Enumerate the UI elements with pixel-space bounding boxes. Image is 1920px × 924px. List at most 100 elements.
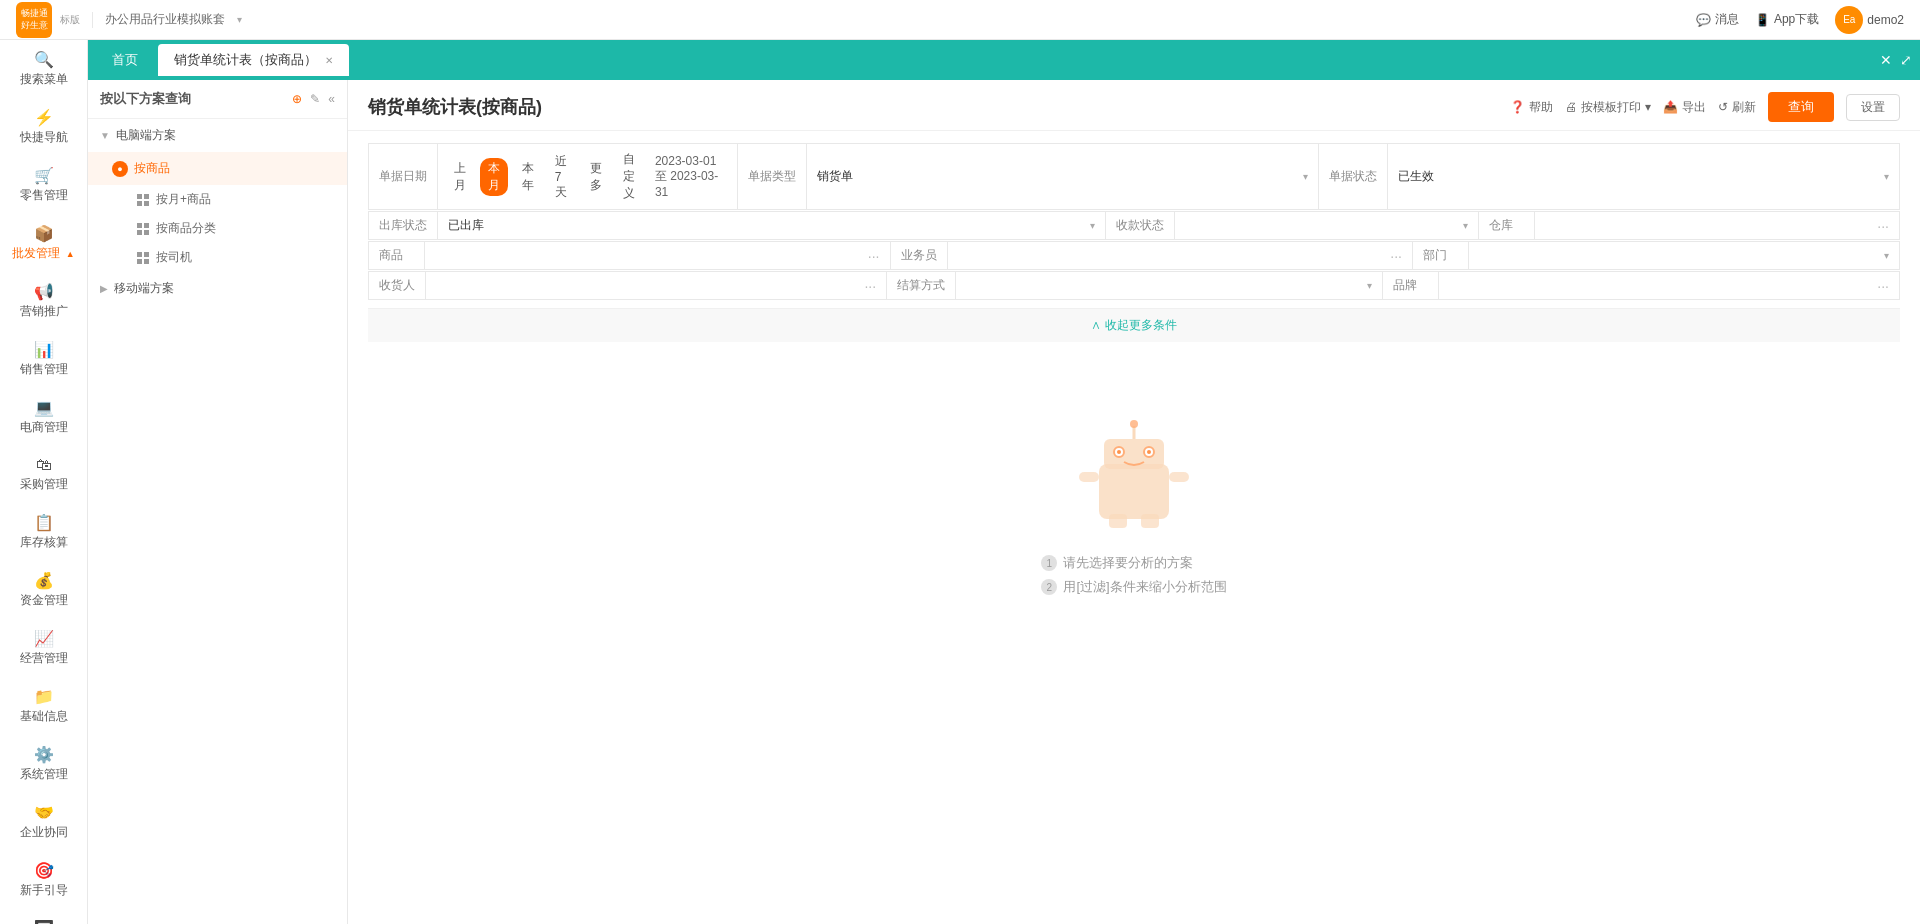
edit-scheme-icon[interactable]: ✎ bbox=[310, 92, 320, 106]
sidebar-item-enterprise[interactable]: 🤝 企业协同 bbox=[0, 793, 87, 851]
tab-sales-stats[interactable]: 销货单统计表（按商品） ✕ bbox=[158, 44, 349, 76]
svg-rect-20 bbox=[1109, 514, 1127, 528]
filter-area: 单据日期 上月 本月 本年 近7天 更多 自定义 bbox=[348, 131, 1920, 354]
payment-select[interactable]: ▾ bbox=[966, 279, 1372, 293]
tab-home[interactable]: 首页 bbox=[96, 44, 154, 76]
marketing-icon: 📢 bbox=[4, 282, 83, 301]
sidebar-item-base[interactable]: 📁 基础信息 bbox=[0, 677, 87, 735]
recipient-input[interactable]: ··· bbox=[436, 278, 876, 294]
filter-row-4: 收货人 ··· 结算方式 bbox=[368, 271, 1900, 300]
warehouse-input[interactable]: ··· bbox=[1545, 218, 1889, 234]
help-btn[interactable]: ❓ 帮助 bbox=[1510, 99, 1553, 116]
window-close-icon[interactable]: ✕ bbox=[1880, 52, 1892, 68]
sidebar-item-marketing[interactable]: 📢 营销推广 bbox=[0, 272, 87, 330]
inventory-icon: 📋 bbox=[4, 513, 83, 532]
scheme-driver-icon bbox=[136, 251, 150, 265]
sidebar-item-newbie[interactable]: 🎯 新手引导 bbox=[0, 851, 87, 909]
sidebar-item-apps[interactable]: 🔲 应用中心 bbox=[0, 909, 87, 924]
app-subtitle: 标版 bbox=[60, 13, 80, 27]
refresh-btn[interactable]: ↺ 刷新 bbox=[1718, 99, 1756, 116]
salesperson-input[interactable]: ··· bbox=[958, 248, 1403, 264]
app-download-btn[interactable]: 📱 App下载 bbox=[1755, 11, 1819, 28]
sidebar-item-wholesale[interactable]: 📦 批发管理 ▲ bbox=[0, 214, 87, 272]
left-panel-title: 按以下方案查询 bbox=[100, 90, 191, 108]
wholesale-icon: 📦 bbox=[4, 224, 83, 243]
date-label: 单据日期 bbox=[369, 144, 438, 210]
recv-status-select[interactable]: ▾ bbox=[1185, 220, 1468, 231]
window-expand-icon[interactable]: ⤢ bbox=[1900, 52, 1912, 68]
svg-point-16 bbox=[1117, 450, 1121, 454]
left-panel-icons: ⊕ ✎ « bbox=[292, 92, 335, 106]
date-tab-this-month[interactable]: 本月 bbox=[480, 158, 508, 196]
date-tab-more[interactable]: 更多 bbox=[584, 158, 608, 196]
recv-status-arrow: ▾ bbox=[1463, 220, 1468, 231]
doc-status-select[interactable]: 已生效 ▾ bbox=[1398, 168, 1889, 185]
panel-sub-item-month-label: 按月+商品 bbox=[156, 191, 211, 208]
top-bar-dropdown-arrow[interactable]: ▾ bbox=[237, 14, 242, 25]
brand-label: 品牌 bbox=[1382, 272, 1438, 300]
system-icon: ⚙️ bbox=[4, 745, 83, 764]
query-button[interactable]: 查询 bbox=[1768, 92, 1834, 122]
product-cell: ··· bbox=[425, 242, 891, 270]
base-icon: 📁 bbox=[4, 687, 83, 706]
top-bar-right: 💬 消息 📱 App下载 Ea demo2 bbox=[1696, 6, 1904, 34]
sidebar-item-search[interactable]: 🔍 搜索菜单 bbox=[0, 40, 87, 98]
panel-group-mobile[interactable]: ▶ 移动端方案 bbox=[88, 272, 347, 305]
product-dots[interactable]: ··· bbox=[868, 248, 880, 264]
svg-rect-18 bbox=[1079, 472, 1099, 482]
sidebar-item-retail[interactable]: 🛒 零售管理 bbox=[0, 156, 87, 214]
active-scheme-icon: ● bbox=[112, 161, 128, 177]
avatar: Ea bbox=[1835, 6, 1863, 34]
date-tab-custom[interactable]: 自定义 bbox=[617, 149, 647, 204]
date-tab-last-month[interactable]: 上月 bbox=[448, 158, 472, 196]
recipient-dots[interactable]: ··· bbox=[864, 278, 876, 294]
sidebar-item-operations[interactable]: 📈 经营管理 bbox=[0, 619, 87, 677]
doc-status-arrow: ▾ bbox=[1884, 171, 1889, 182]
recipient-cell: ··· bbox=[426, 272, 887, 300]
brand-dots[interactable]: ··· bbox=[1877, 278, 1889, 294]
out-status-label: 出库状态 bbox=[369, 212, 438, 240]
panel-item-by-product[interactable]: ● 按商品 bbox=[88, 152, 347, 185]
page-inner-wrap: 销货单统计表(按商品) ❓ 帮助 🖨 按模板打印 ▾ bbox=[348, 80, 1920, 924]
settings-button[interactable]: 设置 bbox=[1846, 94, 1900, 121]
collapse-panel-icon[interactable]: « bbox=[328, 92, 335, 106]
salesperson-dots[interactable]: ··· bbox=[1390, 248, 1402, 264]
date-tab-7days[interactable]: 近7天 bbox=[549, 151, 577, 203]
sidebar-item-purchase[interactable]: 🛍 采购管理 bbox=[0, 446, 87, 503]
doc-status-label: 单据状态 bbox=[1319, 144, 1388, 210]
doc-type-select[interactable]: 销货单 ▾ bbox=[817, 168, 1308, 185]
panel-sub-item-driver-label: 按司机 bbox=[156, 249, 192, 266]
sidebar-item-sales[interactable]: 📊 销售管理 bbox=[0, 330, 87, 388]
svg-rect-1 bbox=[144, 194, 149, 199]
add-scheme-icon[interactable]: ⊕ bbox=[292, 92, 302, 106]
print-btn[interactable]: 🖨 按模板打印 ▾ bbox=[1565, 99, 1651, 116]
user-avatar-btn[interactable]: Ea demo2 bbox=[1835, 6, 1904, 34]
out-status-select[interactable]: 已出库 ▾ bbox=[448, 217, 1095, 234]
messages-btn[interactable]: 💬 消息 bbox=[1696, 11, 1739, 28]
message-icon: 💬 bbox=[1696, 13, 1711, 27]
warehouse-dots[interactable]: ··· bbox=[1877, 218, 1889, 234]
panel-sub-item-by-category[interactable]: 按商品分类 bbox=[88, 214, 347, 243]
panel-sub-item-by-driver[interactable]: 按司机 bbox=[88, 243, 347, 272]
export-btn[interactable]: 📤 导出 bbox=[1663, 99, 1706, 116]
tip-num-2: 2 bbox=[1041, 579, 1057, 595]
sidebar-item-shortcuts[interactable]: ⚡ 快捷导航 bbox=[0, 98, 87, 156]
left-panel-header: 按以下方案查询 ⊕ ✎ « bbox=[88, 80, 347, 119]
panel-group-pc[interactable]: ▼ 电脑端方案 bbox=[88, 119, 347, 152]
tab-close-btn[interactable]: ✕ bbox=[325, 55, 333, 66]
recv-status-cell: ▾ bbox=[1175, 212, 1479, 240]
dept-select[interactable]: ▾ bbox=[1479, 249, 1889, 263]
brand-input[interactable]: ··· bbox=[1449, 278, 1889, 294]
svg-point-23 bbox=[1130, 420, 1138, 428]
product-input[interactable]: ··· bbox=[435, 248, 880, 264]
doc-type-cell: 销货单 ▾ bbox=[807, 144, 1319, 210]
apps-icon: 🔲 bbox=[4, 919, 83, 924]
sidebar-item-finance[interactable]: 💰 资金管理 bbox=[0, 561, 87, 619]
panel-item-by-product-label: 按商品 bbox=[134, 160, 170, 177]
sidebar-item-ecommerce[interactable]: 💻 电商管理 bbox=[0, 388, 87, 446]
collapse-bar[interactable]: ∧ 收起更多条件 bbox=[368, 308, 1900, 342]
date-tab-this-year[interactable]: 本年 bbox=[516, 158, 540, 196]
sidebar-item-system[interactable]: ⚙️ 系统管理 bbox=[0, 735, 87, 793]
panel-sub-item-by-month[interactable]: 按月+商品 bbox=[88, 185, 347, 214]
sidebar-item-inventory[interactable]: 📋 库存核算 bbox=[0, 503, 87, 561]
